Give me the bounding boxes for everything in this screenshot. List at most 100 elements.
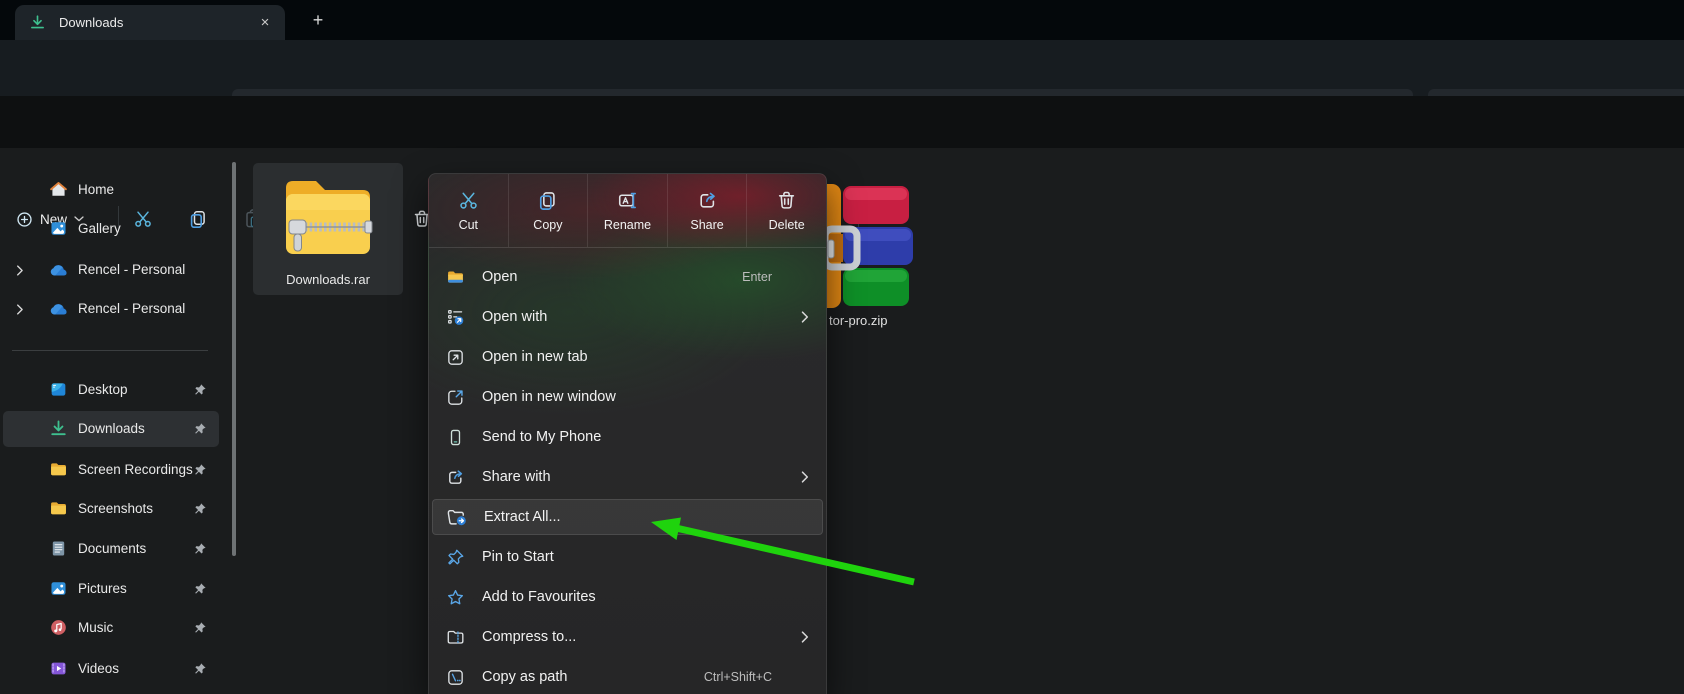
menu-item-open[interactable]: Open Enter xyxy=(429,257,826,297)
folder-icon xyxy=(49,499,68,518)
sidebar-item-label: Desktop xyxy=(78,382,128,397)
command-toolbar: New Sort View Extract all ••• xyxy=(0,96,1684,232)
home-icon xyxy=(49,180,68,199)
pin-icon xyxy=(446,548,465,567)
sidebar-item-label: Documents xyxy=(78,541,147,556)
sidebar-item-label: Gallery xyxy=(78,221,121,236)
documents-icon xyxy=(49,539,68,558)
file-name-partial[interactable]: tor-pro.zip xyxy=(829,313,888,328)
quick-action-label: Rename xyxy=(603,217,652,232)
shortcut-label: Enter xyxy=(742,270,772,284)
menu-item-copy-as-path[interactable]: Copy as path Ctrl+Shift+C xyxy=(429,657,826,694)
sidebar-item-label: Downloads xyxy=(78,421,145,436)
expand-chevron-icon[interactable] xyxy=(16,304,24,315)
sidebar-item-videos[interactable]: Videos xyxy=(3,651,219,687)
delete-quick-action[interactable]: Delete xyxy=(747,174,826,247)
sidebar-item-downloads[interactable]: Downloads xyxy=(3,411,219,447)
pin-icon xyxy=(193,621,207,635)
onedrive-icon xyxy=(49,302,68,317)
open-in-new-tab-icon xyxy=(446,348,465,367)
menu-item-compress-to[interactable]: Compress to... xyxy=(429,617,826,657)
menu-item-open-with[interactable]: Open with xyxy=(429,297,826,337)
rename-quick-action[interactable]: Rename xyxy=(588,174,668,247)
sidebar-item-pictures[interactable]: Pictures xyxy=(3,571,219,607)
sidebar-item-screenshots[interactable]: Screenshots xyxy=(3,491,219,527)
expand-chevron-icon[interactable] xyxy=(16,265,24,276)
pin-icon xyxy=(193,463,207,477)
menu-item-send-to-my-phone[interactable]: Send to My Phone xyxy=(429,417,826,457)
pin-icon xyxy=(193,582,207,596)
quick-action-label: Cut xyxy=(458,217,479,232)
sidebar-item-label: Home xyxy=(78,182,115,197)
navigation-bar: ← → ↑ › Downloads › xyxy=(0,40,1684,127)
sidebar-scrollbar[interactable] xyxy=(232,162,236,556)
file-downloads-rar[interactable]: Downloads.rar xyxy=(253,163,403,295)
file-name: Downloads.rar xyxy=(286,272,370,287)
quick-action-label: Copy xyxy=(533,217,563,232)
sidebar-item-label: Screen Recordings xyxy=(78,462,193,477)
menu-item-open-in-new-tab[interactable]: Open in new tab xyxy=(429,337,826,377)
menu-item-open-in-new-window[interactable]: Open in new window xyxy=(429,377,826,417)
sidebar-separator xyxy=(12,350,208,351)
folder-icon xyxy=(49,460,68,479)
desktop-icon xyxy=(49,380,68,399)
menu-item-extract-all[interactable]: Extract All... xyxy=(432,499,823,535)
sidebar-item-desktop[interactable]: Desktop xyxy=(3,372,219,408)
sidebar-item-onedrive-2[interactable]: Rencel - Personal xyxy=(3,291,219,327)
delete-icon xyxy=(776,190,797,211)
rename-icon xyxy=(617,190,638,211)
pin-icon xyxy=(193,542,207,556)
context-menu-items: Open Enter Open with Open in new tab Ope… xyxy=(429,248,826,694)
sidebar-item-onedrive-1[interactable]: Rencel - Personal xyxy=(3,252,219,288)
downloads-icon xyxy=(29,14,46,31)
pin-icon xyxy=(193,502,207,516)
open-in-new-window-icon xyxy=(446,388,465,407)
gallery-icon xyxy=(49,219,68,238)
sidebar-item-label: Rencel - Personal xyxy=(78,301,186,316)
new-tab-button[interactable]: + xyxy=(305,8,331,34)
submenu-chevron-icon xyxy=(801,311,809,323)
file-explorer-window: Downloads × + ← → ↑ › Downloads › New xyxy=(0,0,1684,694)
cut-quick-action[interactable]: Cut xyxy=(429,174,509,247)
quick-action-label: Share xyxy=(690,217,724,232)
sidebar-item-screen-recordings[interactable]: Screen Recordings xyxy=(3,452,219,488)
sidebar-item-label: Pictures xyxy=(78,581,127,596)
open-folder-icon xyxy=(446,268,465,287)
sidebar-item-label: Rencel - Personal xyxy=(78,262,186,277)
sidebar-item-gallery[interactable]: Gallery xyxy=(3,211,219,247)
music-icon xyxy=(49,618,68,637)
sidebar-item-documents[interactable]: Documents xyxy=(3,531,219,567)
tab-label: Downloads xyxy=(59,15,124,30)
menu-item-pin-to-start[interactable]: Pin to Start xyxy=(429,537,826,577)
share-icon xyxy=(446,468,465,487)
sidebar-item-label: Screenshots xyxy=(78,501,154,516)
copy-icon xyxy=(537,190,558,211)
submenu-chevron-icon xyxy=(801,471,809,483)
close-tab-icon[interactable]: × xyxy=(253,11,277,35)
submenu-chevron-icon xyxy=(801,631,809,643)
menu-item-share-with[interactable]: Share with xyxy=(429,457,826,497)
pin-icon xyxy=(193,662,207,676)
sidebar-item-label: Music xyxy=(78,620,114,635)
tab-downloads[interactable]: Downloads × xyxy=(15,5,285,40)
quick-action-label: Delete xyxy=(768,217,805,232)
tab-bar: Downloads × + xyxy=(0,0,1684,40)
sidebar-item-music[interactable]: Music xyxy=(3,610,219,646)
share-quick-action[interactable]: Share xyxy=(668,174,748,247)
phone-icon xyxy=(446,428,465,447)
videos-icon xyxy=(49,659,68,678)
context-menu: Cut Copy Rename Share Delete Open Enter … xyxy=(428,173,827,694)
shortcut-label: Ctrl+Shift+C xyxy=(703,670,772,684)
copy-quick-action[interactable]: Copy xyxy=(509,174,589,247)
pin-icon xyxy=(193,383,207,397)
compress-icon xyxy=(446,628,465,647)
downloads-icon xyxy=(49,419,68,438)
pin-icon xyxy=(193,422,207,436)
zipped-folder-icon xyxy=(278,169,378,263)
cut-icon xyxy=(458,190,479,211)
menu-item-add-to-favourites[interactable]: Add to Favourites xyxy=(429,577,826,617)
sidebar-item-home[interactable]: Home xyxy=(3,172,219,208)
quick-actions-row: Cut Copy Rename Share Delete xyxy=(429,174,826,247)
pictures-icon xyxy=(49,579,68,598)
extract-all-icon xyxy=(446,508,467,527)
